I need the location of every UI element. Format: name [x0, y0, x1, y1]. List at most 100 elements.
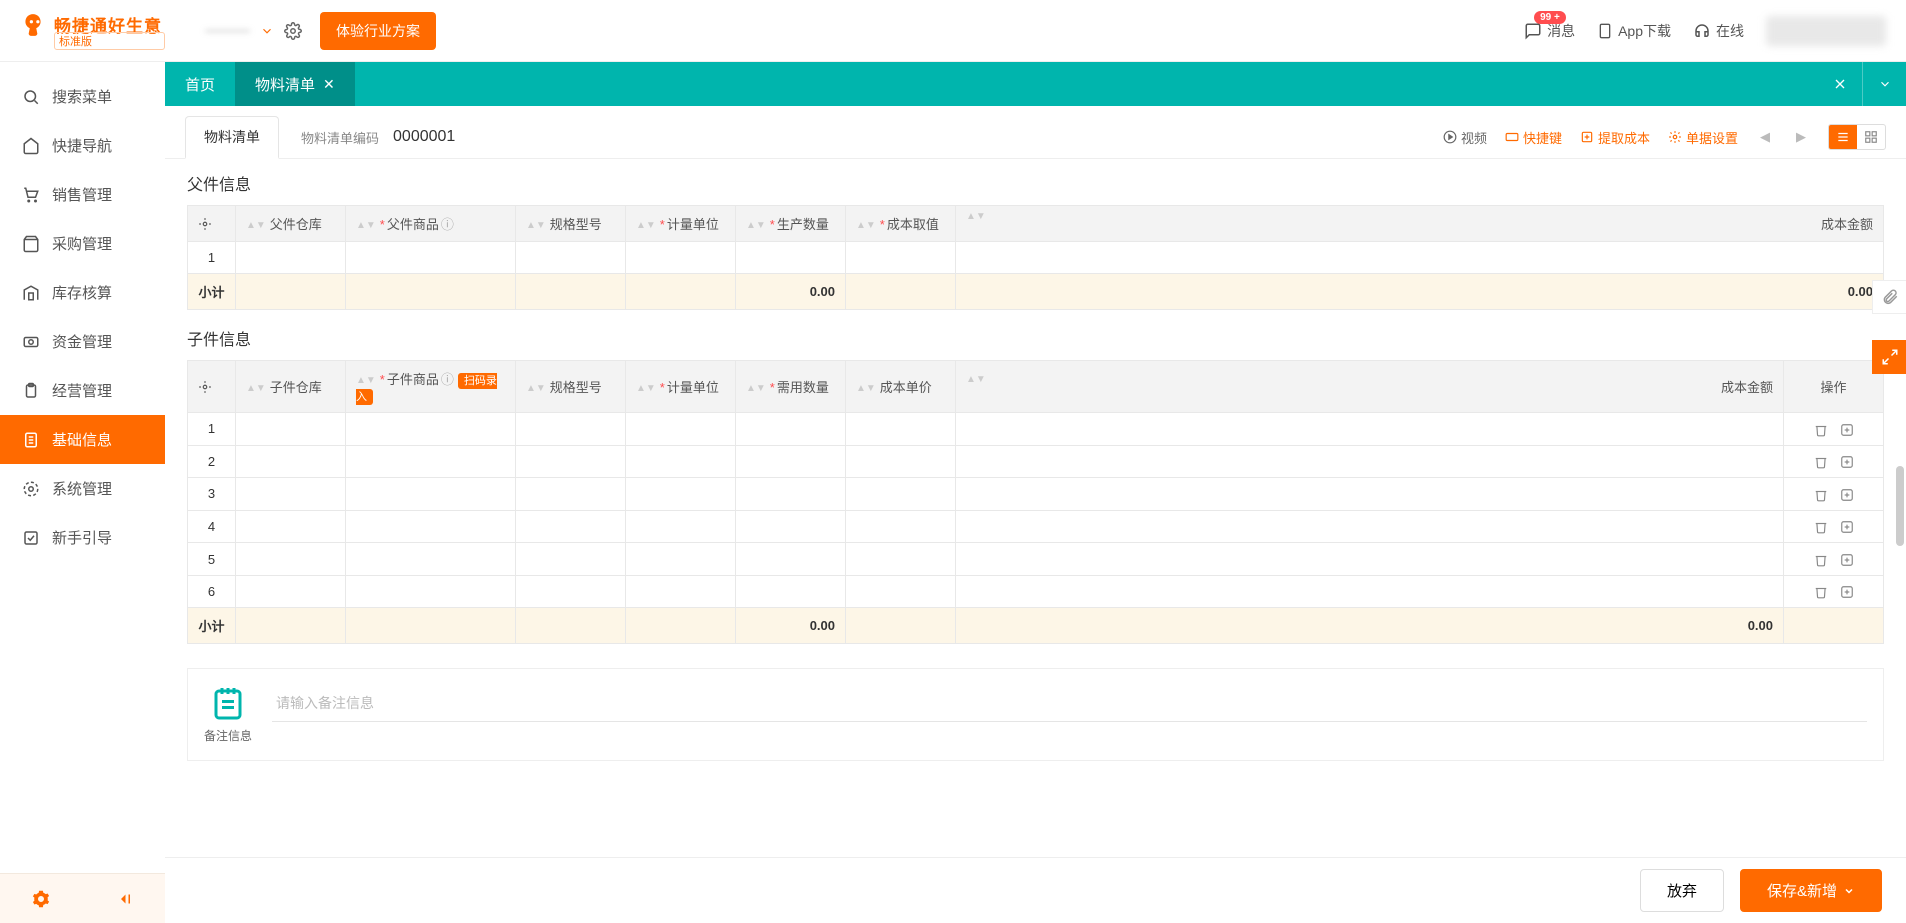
fullscreen-button[interactable]	[1872, 340, 1906, 374]
brand-edition: 标准版	[54, 32, 165, 50]
sidebar-item-guide[interactable]: 新手引导	[0, 513, 165, 562]
sidebar-item-doc[interactable]: 基础信息	[0, 415, 165, 464]
parent-col-product[interactable]: ▲▼*父件商品ⓘ	[346, 206, 516, 242]
delete-row-button[interactable]	[1814, 454, 1828, 470]
delete-row-button[interactable]	[1814, 486, 1828, 502]
help-icon[interactable]: ⓘ	[441, 217, 454, 232]
expand-tabs-button[interactable]	[1862, 62, 1906, 106]
download-button[interactable]: App下载	[1597, 21, 1671, 41]
parent-table: ▲▼父件仓库 ▲▼*父件商品ⓘ ▲▼规格型号 ▲▼*计量单位 ▲▼*生产数量 ▲…	[187, 205, 1884, 310]
table-row[interactable]: 1	[188, 413, 1884, 446]
scrollbar[interactable]	[1896, 466, 1904, 546]
plus-square-icon	[1840, 520, 1854, 534]
tab-close-button[interactable]: ✕	[323, 76, 335, 93]
next-doc-button[interactable]: ▶	[1792, 129, 1810, 145]
child-col-spec[interactable]: ▲▼规格型号	[516, 361, 626, 413]
sidebar-collapse-button[interactable]	[115, 890, 133, 908]
child-col-warehouse[interactable]: ▲▼子件仓库	[236, 361, 346, 413]
delete-row-button[interactable]	[1814, 584, 1828, 600]
table-row[interactable]: 2	[188, 445, 1884, 478]
extract-cost-action[interactable]: 提取成本	[1580, 128, 1650, 147]
prev-doc-button[interactable]: ◀	[1756, 129, 1774, 145]
messages-button[interactable]: 99 + 消息	[1524, 21, 1575, 41]
add-row-button[interactable]	[1840, 421, 1854, 437]
child-col-gear[interactable]	[188, 361, 236, 413]
child-col-unitcost[interactable]: ▲▼成本单价	[846, 361, 956, 413]
table-row[interactable]: 4	[188, 510, 1884, 543]
page-tab-bom[interactable]: 物料清单	[185, 116, 279, 159]
org-settings-button[interactable]	[284, 22, 302, 40]
clipboard-icon	[22, 382, 40, 400]
sidebar-item-label: 库存核算	[52, 282, 112, 303]
delete-row-button[interactable]	[1814, 551, 1828, 567]
add-row-button[interactable]	[1840, 519, 1854, 535]
shortcut-action[interactable]: 快捷键	[1505, 128, 1562, 147]
keyboard-icon	[1505, 130, 1519, 144]
trash-icon	[1814, 423, 1828, 437]
child-col-costamt[interactable]: ▲▼成本金额	[956, 361, 1784, 413]
home-icon	[22, 137, 40, 155]
org-selector[interactable]: ———	[205, 22, 274, 39]
paperclip-icon	[1881, 288, 1899, 306]
discard-button[interactable]: 放弃	[1640, 869, 1724, 912]
child-col-product[interactable]: ▲▼*子件商品ⓘ扫码录入	[346, 361, 516, 413]
sidebar-item-system[interactable]: 系统管理	[0, 464, 165, 513]
parent-col-spec[interactable]: ▲▼规格型号	[516, 206, 626, 242]
sidebar-item-bag[interactable]: 采购管理	[0, 219, 165, 268]
add-row-button[interactable]	[1840, 486, 1854, 502]
view-list-button[interactable]	[1829, 125, 1857, 149]
sidebar-item-search[interactable]: 搜索菜单	[0, 72, 165, 121]
message-icon	[1524, 22, 1542, 40]
close-all-tabs-button[interactable]	[1818, 62, 1862, 106]
sidebar-item-money[interactable]: 资金管理	[0, 317, 165, 366]
table-row[interactable]: 3	[188, 478, 1884, 511]
sidebar-item-home[interactable]: 快捷导航	[0, 121, 165, 170]
table-row[interactable]: 6	[188, 575, 1884, 608]
delete-row-button[interactable]	[1814, 421, 1828, 437]
parent-col-warehouse[interactable]: ▲▼父件仓库	[236, 206, 346, 242]
save-and-new-button[interactable]: 保存&新增	[1740, 869, 1882, 912]
tab-home[interactable]: 首页	[165, 62, 235, 106]
user-avatar[interactable]	[1766, 16, 1886, 46]
headset-icon	[1693, 22, 1711, 40]
support-label: 在线	[1716, 21, 1744, 41]
doc-settings-action[interactable]: 单据设置	[1668, 128, 1738, 147]
video-action[interactable]: 视频	[1443, 128, 1487, 147]
delete-row-button[interactable]	[1814, 519, 1828, 535]
view-grid-button[interactable]	[1857, 125, 1885, 149]
trash-icon	[1814, 553, 1828, 567]
child-col-unit[interactable]: ▲▼*计量单位	[626, 361, 736, 413]
sidebar-item-label: 系统管理	[52, 478, 112, 499]
child-col-need[interactable]: ▲▼*需用数量	[736, 361, 846, 413]
sidebar-item-warehouse[interactable]: 库存核算	[0, 268, 165, 317]
cta-button[interactable]: 体验行业方案	[320, 12, 436, 50]
sidebar-item-clipboard[interactable]: 经营管理	[0, 366, 165, 415]
table-row[interactable]: 1	[188, 242, 1884, 274]
add-row-button[interactable]	[1840, 551, 1854, 567]
help-icon[interactable]: ⓘ	[441, 372, 454, 387]
gear-icon	[198, 380, 212, 394]
table-row[interactable]: 5	[188, 543, 1884, 576]
org-name: ———	[205, 22, 250, 39]
parent-col-unit[interactable]: ▲▼*计量单位	[626, 206, 736, 242]
parent-subtotal-row: 小计 0.00 0.00	[188, 274, 1884, 310]
support-button[interactable]: 在线	[1693, 21, 1744, 41]
parent-col-costsrc[interactable]: ▲▼*成本取值	[846, 206, 956, 242]
extract-icon	[1580, 130, 1594, 144]
attachment-button[interactable]	[1872, 280, 1906, 314]
bom-code-value: 0000001	[393, 128, 455, 146]
remark-box: 备注信息	[187, 668, 1884, 761]
sidebar-settings-button[interactable]	[32, 890, 50, 908]
parent-col-qty[interactable]: ▲▼*生产数量	[736, 206, 846, 242]
remark-input[interactable]	[272, 685, 1867, 722]
tab-bom[interactable]: 物料清单 ✕	[235, 62, 355, 106]
doc-icon	[22, 431, 40, 449]
footer: 放弃 保存&新增	[165, 857, 1906, 923]
add-row-button[interactable]	[1840, 454, 1854, 470]
add-row-button[interactable]	[1840, 584, 1854, 600]
parent-col-costamt[interactable]: ▲▼成本金额	[956, 206, 1884, 242]
parent-col-gear[interactable]	[188, 206, 236, 242]
messages-badge: 99 +	[1534, 11, 1566, 24]
download-label: App下载	[1618, 21, 1671, 41]
sidebar-item-cart[interactable]: 销售管理	[0, 170, 165, 219]
